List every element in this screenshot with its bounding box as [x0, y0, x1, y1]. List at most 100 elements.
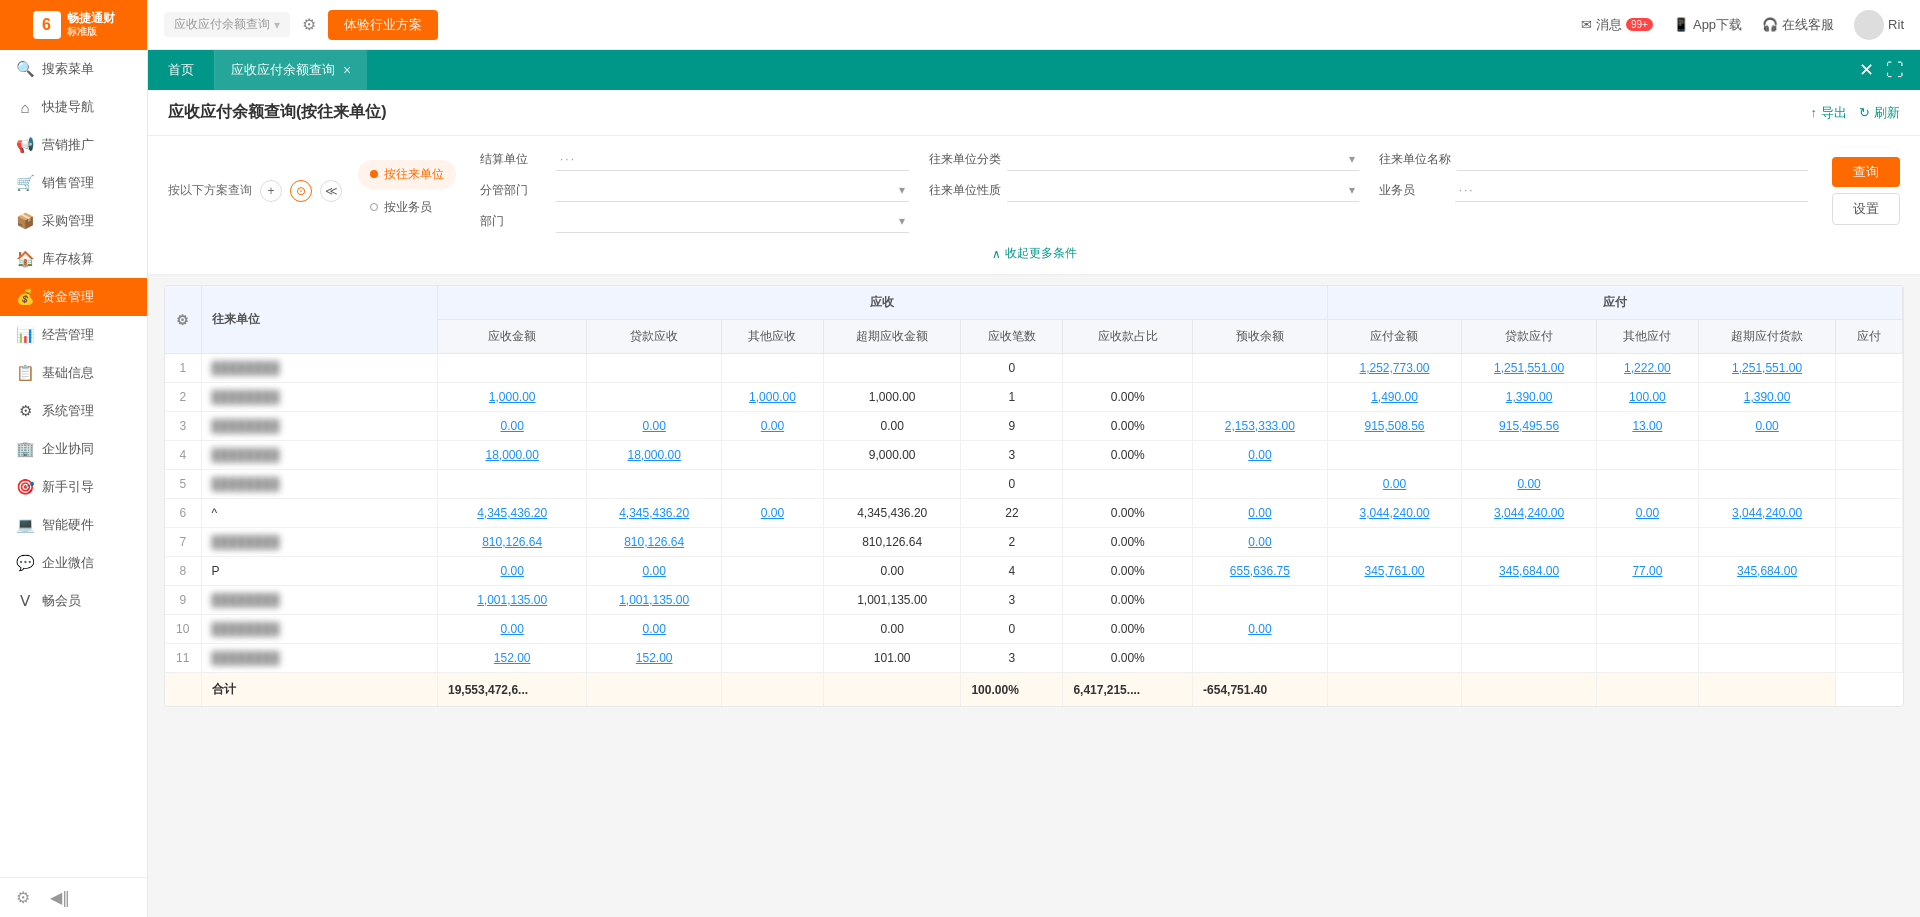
export-button[interactable]: ↑ 导出: [1811, 104, 1848, 122]
filter-label-partner-name: 往来单位名称: [1379, 151, 1451, 168]
filter-sub-dept-select[interactable]: ▾: [556, 210, 909, 233]
tab-receivable-query[interactable]: 应收应付余额查询 ×: [215, 50, 367, 90]
subnav-by-salesperson[interactable]: 按业务员: [358, 193, 444, 222]
page-actions: ↑ 导出 ↻ 刷新: [1811, 104, 1901, 122]
online-service-button[interactable]: 🎧 在线客服: [1762, 16, 1834, 34]
sidebar-item-purchase[interactable]: 📦 采购管理: [0, 202, 147, 240]
row-overdue-receivable: 0.00: [823, 412, 960, 441]
collapse-sidebar-icon[interactable]: ◀‖: [50, 888, 70, 907]
sidebar-item-wechat[interactable]: 💬 企业微信: [0, 544, 147, 582]
footer-empty-4: [823, 673, 960, 707]
row-other-receivable: [721, 528, 823, 557]
add-filter-button[interactable]: +: [260, 180, 282, 202]
row-overdue-receivable: 810,126.64: [823, 528, 960, 557]
inventory-icon: 🏠: [16, 250, 34, 268]
sidebar-item-guide[interactable]: 🎯 新手引导: [0, 468, 147, 506]
filter-partner-nature-select[interactable]: ▾: [1007, 179, 1358, 202]
sidebar-item-system[interactable]: ⚙ 系统管理: [0, 392, 147, 430]
row-receivable-ratio: 0.00%: [1063, 586, 1193, 615]
row-other-payable: [1596, 441, 1698, 470]
sidebar-item-marketing[interactable]: 📢 营销推广: [0, 126, 147, 164]
refresh-button[interactable]: ↻ 刷新: [1859, 104, 1900, 122]
settings-button[interactable]: 设置: [1832, 193, 1900, 225]
row-receivable-amount: 4,345,436.20: [437, 499, 586, 528]
table-footer-row: 合计 19,553,472,6... 100.00% 6,417,215....…: [165, 673, 1903, 707]
col-partner-header: 往来单位: [201, 286, 437, 354]
filter-settlement-input[interactable]: ···: [556, 148, 909, 171]
table-row: 8 P 0.00 0.00 0.00 4 0.00% 655,636.75 34…: [165, 557, 1903, 586]
row-receivable-amount: 0.00: [437, 615, 586, 644]
row-other-receivable: [721, 470, 823, 499]
filter-label-dept: 分管部门: [480, 182, 550, 199]
footer-empty-5: [1327, 673, 1462, 707]
row-loan-payable: 1,251,551.00: [1462, 354, 1597, 383]
row-num: 2: [165, 383, 201, 412]
row-partner: ████████: [201, 586, 437, 615]
row-num: 3: [165, 412, 201, 441]
table-row: 2 ████████ 1,000.00 1,000.00 1,000.00 1 …: [165, 383, 1903, 412]
sidebar-item-hardware[interactable]: 💻 智能硬件: [0, 506, 147, 544]
export-label: 导出: [1821, 104, 1847, 122]
sidebar-item-operation[interactable]: 📊 经营管理: [0, 316, 147, 354]
message-icon: ✉: [1581, 17, 1592, 32]
col-other-payable: 其他应付: [1596, 320, 1698, 354]
topbar-gear-icon[interactable]: ⚙: [302, 15, 316, 34]
row-overdue-payable: [1698, 528, 1835, 557]
app-download-button[interactable]: 📱 App下载: [1673, 16, 1742, 34]
tab-home[interactable]: 首页: [148, 50, 215, 90]
user-menu[interactable]: Rit: [1854, 10, 1904, 40]
query-button[interactable]: 查询: [1832, 157, 1900, 187]
row-other-payable: [1596, 644, 1698, 673]
row-receivable-count: 3: [961, 441, 1063, 470]
row-partner: ████████: [201, 441, 437, 470]
row-payable-amount: 345,761.00: [1327, 557, 1462, 586]
row-payable-amount: 1,252,773.00: [1327, 354, 1462, 383]
filter-salesperson-input[interactable]: ···: [1455, 179, 1808, 202]
row-advance-balance: 655,636.75: [1193, 557, 1328, 586]
row-loan-payable: [1462, 615, 1597, 644]
collapse-more-button[interactable]: ∧ 收起更多条件: [168, 245, 1900, 262]
sidebar-item-quick-nav[interactable]: ⌂ 快捷导航: [0, 88, 147, 126]
sidebar-item-sales[interactable]: 🛒 销售管理: [0, 164, 147, 202]
sidebar-item-finance[interactable]: 💰 资金管理: [0, 278, 147, 316]
sidebar-item-basic-info[interactable]: 📋 基础信息: [0, 354, 147, 392]
filter-partner-name-input[interactable]: [1457, 148, 1808, 171]
filter-dept-select[interactable]: ▾: [556, 179, 909, 202]
solution-button[interactable]: 体验行业方案: [328, 10, 438, 40]
sidebar-item-label: 基础信息: [42, 364, 94, 382]
settings-bottom-icon[interactable]: ⚙: [16, 888, 30, 907]
row-payable-amount: 3,044,240.00: [1327, 499, 1462, 528]
row-other-receivable: 0.00: [721, 499, 823, 528]
tabbar-expand-icon[interactable]: ⛶: [1886, 60, 1904, 81]
collapse-filter-icon[interactable]: ≪: [320, 180, 342, 202]
user-avatar: [1854, 10, 1884, 40]
close-tab-icon[interactable]: ×: [343, 62, 351, 78]
tabbar-close-icon[interactable]: ✕: [1859, 59, 1874, 81]
filter-partner-category-select[interactable]: ▾: [1007, 148, 1358, 171]
sidebar-item-member[interactable]: Ⅴ 畅会员: [0, 582, 147, 620]
guide-icon: 🎯: [16, 478, 34, 496]
row-receivable-amount: [437, 470, 586, 499]
footer-empty-6: [1462, 673, 1597, 707]
row-loan-receivable: 810,126.64: [587, 528, 722, 557]
row-other-payable: [1596, 615, 1698, 644]
subnav-by-partner[interactable]: 按往来单位: [358, 160, 456, 189]
sidebar-item-enterprise[interactable]: 🏢 企业协同: [0, 430, 147, 468]
footer-empty-8: [1698, 673, 1835, 707]
row-overdue-payable: [1698, 586, 1835, 615]
row-partner: ^: [201, 499, 437, 528]
table-gear-icon[interactable]: ⚙: [176, 312, 189, 328]
target-filter-icon[interactable]: ⊙: [290, 180, 312, 202]
row-loan-receivable: 18,000.00: [587, 441, 722, 470]
row-other-receivable: 0.00: [721, 412, 823, 441]
wechat-icon: 💬: [16, 554, 34, 572]
message-button[interactable]: ✉ 消息 99+: [1581, 16, 1653, 34]
sidebar-item-inventory[interactable]: 🏠 库存核算: [0, 240, 147, 278]
sidebar-item-label: 搜索菜单: [42, 60, 94, 78]
row-overdue-receivable: 9,000.00: [823, 441, 960, 470]
filter-label-partner-nature: 往来单位性质: [929, 182, 1001, 199]
sidebar-item-search-menu[interactable]: 🔍 搜索菜单: [0, 50, 147, 88]
collapse-icon: ∧: [992, 247, 1001, 261]
data-table-container: ⚙ 往来单位 应收 应付 应收金额 贷款应收 其他应收 超期应收金额 应收笔数 …: [164, 285, 1904, 707]
row-payable-amount: 0.00: [1327, 470, 1462, 499]
